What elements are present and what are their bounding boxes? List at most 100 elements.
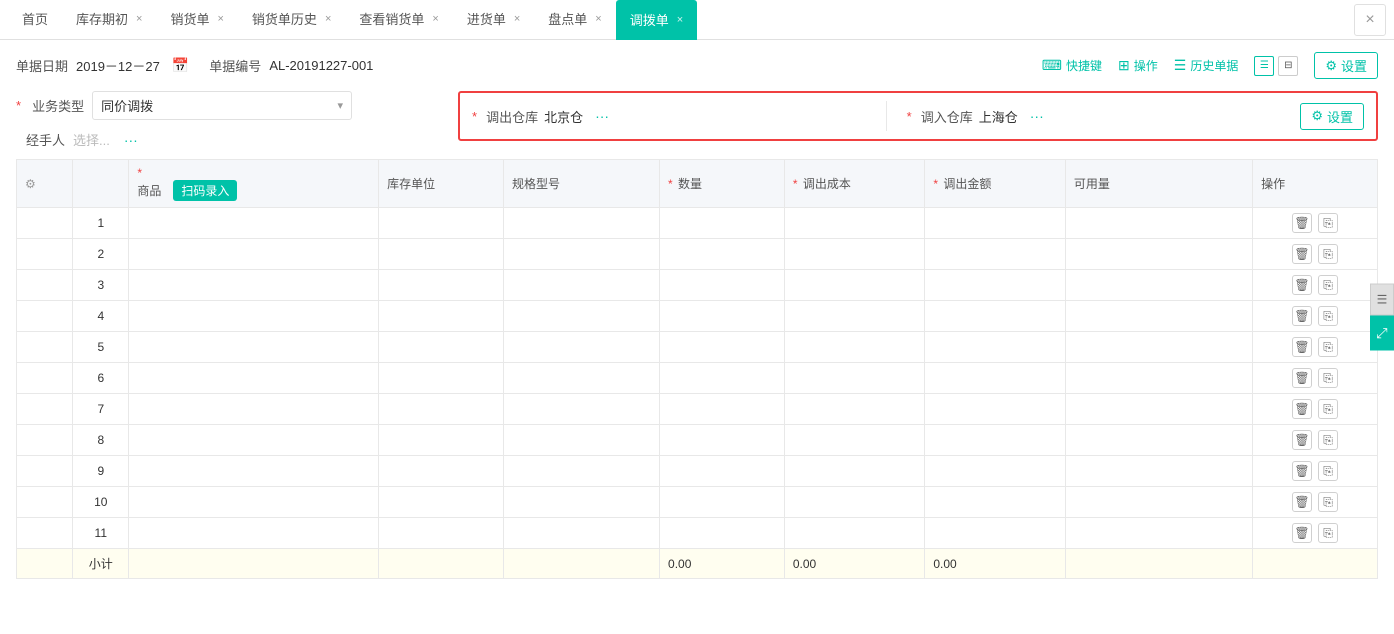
row-unit-cell[interactable] (379, 425, 504, 456)
delete-row-button[interactable]: 🗑 (1292, 523, 1312, 543)
row-cost-cell[interactable] (784, 363, 924, 394)
row-spec-cell[interactable] (503, 363, 659, 394)
row-qty-cell[interactable] (660, 456, 785, 487)
delete-row-button[interactable]: 🗑 (1292, 275, 1312, 295)
copy-row-button[interactable]: ⎘ (1318, 244, 1338, 264)
row-unit-cell[interactable] (379, 394, 504, 425)
row-amount-cell[interactable] (925, 425, 1065, 456)
close-sales-order[interactable]: × (217, 13, 223, 25)
row-product-cell[interactable] (129, 487, 379, 518)
row-qty-cell[interactable] (660, 239, 785, 270)
row-spec-cell[interactable] (503, 425, 659, 456)
tab-transfer-order[interactable]: 调拨单 × (616, 0, 697, 40)
delete-row-button[interactable]: 🗑 (1292, 306, 1312, 326)
tab-sales-order[interactable]: 销货单 × (156, 0, 237, 40)
row-qty-cell[interactable] (660, 487, 785, 518)
scan-entry-button[interactable]: 扫码录入 (173, 180, 237, 201)
delete-row-button[interactable]: 🗑 (1292, 399, 1312, 419)
copy-row-button[interactable]: ⎘ (1318, 523, 1338, 543)
copy-row-button[interactable]: ⎘ (1318, 461, 1338, 481)
row-product-cell[interactable] (129, 456, 379, 487)
copy-row-button[interactable]: ⎘ (1318, 275, 1338, 295)
tab-view-sales[interactable]: 查看销货单 × (345, 0, 452, 40)
row-product-cell[interactable] (129, 208, 379, 239)
row-product-cell[interactable] (129, 301, 379, 332)
row-cost-cell[interactable] (784, 332, 924, 363)
row-product-cell[interactable] (129, 425, 379, 456)
row-unit-cell[interactable] (379, 208, 504, 239)
row-unit-cell[interactable] (379, 363, 504, 394)
row-amount-cell[interactable] (925, 208, 1065, 239)
row-cost-cell[interactable] (784, 394, 924, 425)
close-window-button[interactable]: × (1354, 4, 1386, 36)
in-warehouse-more-button[interactable]: ··· (1030, 108, 1044, 124)
delete-row-button[interactable]: 🗑 (1292, 337, 1312, 357)
warehouse-settings-button[interactable]: ⚙ 设置 (1300, 103, 1364, 130)
delete-row-button[interactable]: 🗑 (1292, 461, 1312, 481)
table-gear-icon[interactable]: ⚙ (25, 177, 36, 191)
row-cost-cell[interactable] (784, 487, 924, 518)
person-more-button[interactable]: ··· (124, 132, 138, 148)
settings-button[interactable]: ⚙ 设置 (1314, 52, 1378, 79)
row-amount-cell[interactable] (925, 301, 1065, 332)
shortcut-key-button[interactable]: ⌨ 快捷键 (1042, 57, 1102, 74)
copy-row-button[interactable]: ⎘ (1318, 213, 1338, 233)
row-amount-cell[interactable] (925, 456, 1065, 487)
row-product-cell[interactable] (129, 239, 379, 270)
tab-inventory-check[interactable]: 盘点单 × (534, 0, 615, 40)
row-amount-cell[interactable] (925, 518, 1065, 549)
row-amount-cell[interactable] (925, 363, 1065, 394)
operation-button[interactable]: ⊞ 操作 (1118, 57, 1158, 74)
row-amount-cell[interactable] (925, 270, 1065, 301)
row-unit-cell[interactable] (379, 301, 504, 332)
close-purchase-order[interactable]: × (514, 13, 520, 25)
row-spec-cell[interactable] (503, 239, 659, 270)
row-qty-cell[interactable] (660, 425, 785, 456)
row-unit-cell[interactable] (379, 332, 504, 363)
row-product-cell[interactable] (129, 332, 379, 363)
delete-row-button[interactable]: 🗑 (1292, 368, 1312, 388)
row-unit-cell[interactable] (379, 270, 504, 301)
row-amount-cell[interactable] (925, 394, 1065, 425)
row-cost-cell[interactable] (784, 270, 924, 301)
tab-inventory-init[interactable]: 库存期初 × (62, 0, 156, 40)
row-cost-cell[interactable] (784, 456, 924, 487)
close-sales-history[interactable]: × (325, 13, 331, 25)
row-cost-cell[interactable] (784, 301, 924, 332)
copy-row-button[interactable]: ⎘ (1318, 368, 1338, 388)
copy-row-button[interactable]: ⎘ (1318, 492, 1338, 512)
business-type-select[interactable]: 同价调拨 ▾ (92, 91, 352, 120)
row-spec-cell[interactable] (503, 208, 659, 239)
row-amount-cell[interactable] (925, 332, 1065, 363)
tab-sales-history[interactable]: 销货单历史 × (238, 0, 345, 40)
close-view-sales[interactable]: × (432, 13, 438, 25)
row-spec-cell[interactable] (503, 487, 659, 518)
row-amount-cell[interactable] (925, 239, 1065, 270)
row-cost-cell[interactable] (784, 518, 924, 549)
out-warehouse-more-button[interactable]: ··· (595, 108, 609, 124)
row-qty-cell[interactable] (660, 208, 785, 239)
row-qty-cell[interactable] (660, 270, 785, 301)
row-cost-cell[interactable] (784, 425, 924, 456)
row-spec-cell[interactable] (503, 456, 659, 487)
row-qty-cell[interactable] (660, 363, 785, 394)
row-amount-cell[interactable] (925, 487, 1065, 518)
row-spec-cell[interactable] (503, 518, 659, 549)
row-qty-cell[interactable] (660, 301, 785, 332)
row-qty-cell[interactable] (660, 518, 785, 549)
tab-home[interactable]: 首页 (8, 0, 62, 40)
copy-row-button[interactable]: ⎘ (1318, 399, 1338, 419)
tab-purchase-order[interactable]: 进货单 × (453, 0, 534, 40)
row-cost-cell[interactable] (784, 239, 924, 270)
row-spec-cell[interactable] (503, 394, 659, 425)
copy-row-button[interactable]: ⎘ (1318, 306, 1338, 326)
float-expand-button[interactable]: ⤢ (1370, 316, 1394, 351)
layout-grid-icon[interactable]: ⊟ (1278, 56, 1298, 76)
delete-row-button[interactable]: 🗑 (1292, 244, 1312, 264)
row-qty-cell[interactable] (660, 332, 785, 363)
row-product-cell[interactable] (129, 518, 379, 549)
person-select[interactable]: 选择... (73, 130, 110, 149)
row-product-cell[interactable] (129, 270, 379, 301)
close-transfer-order[interactable]: × (677, 14, 683, 26)
row-unit-cell[interactable] (379, 487, 504, 518)
